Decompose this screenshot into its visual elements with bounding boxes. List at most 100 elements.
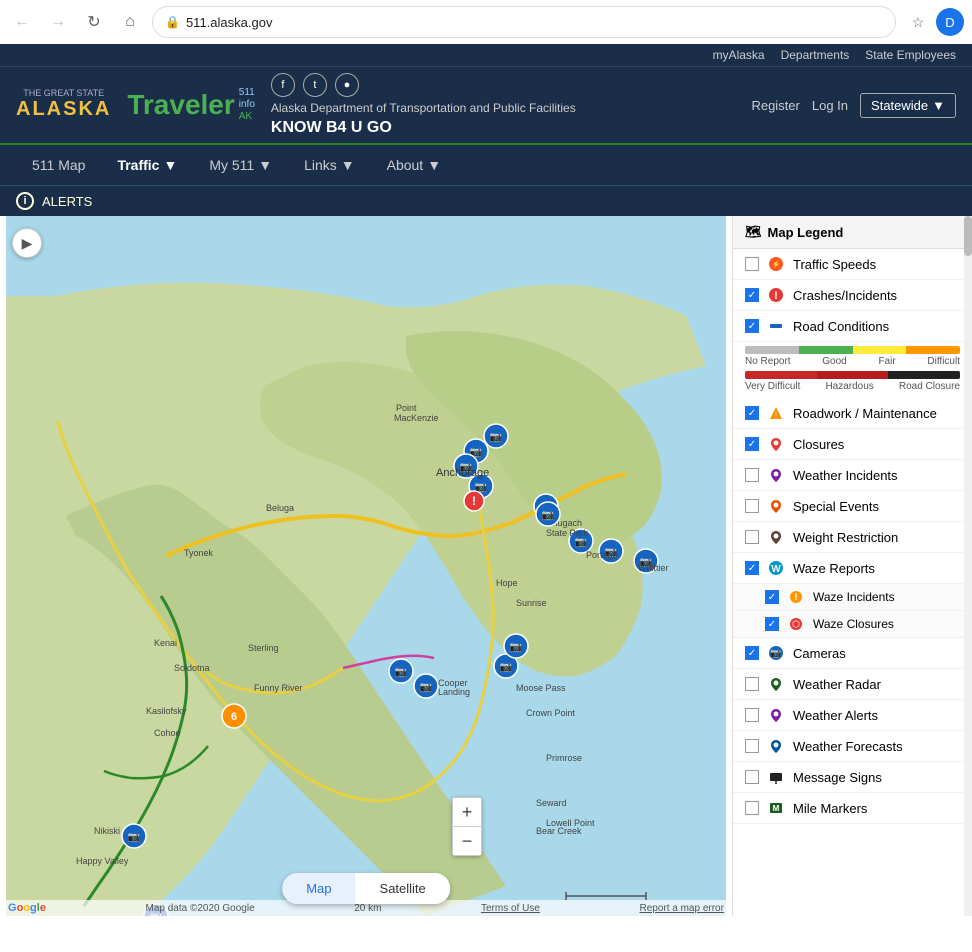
user-avatar[interactable]: D <box>936 8 964 36</box>
svg-text:Seward: Seward <box>536 798 567 808</box>
login-link[interactable]: Log In <box>812 98 848 113</box>
departments-link[interactable]: Departments <box>781 48 850 62</box>
legend-item-crashes[interactable]: ! Crashes/Incidents <box>733 280 972 311</box>
camera-marker[interactable]: 📷 <box>414 674 438 698</box>
address-bar[interactable]: 🔒 511.alaska.gov <box>152 6 896 38</box>
waze-reports-icon: W <box>767 559 785 577</box>
closures-checkbox[interactable] <box>745 437 759 451</box>
browser-actions: ☆ D <box>904 8 964 36</box>
nav-links[interactable]: Links ▼ <box>288 145 371 185</box>
camera-marker[interactable]: 📷 <box>389 659 413 683</box>
terms-of-use-link[interactable]: Terms of Use <box>481 903 540 914</box>
legend-item-weather-forecasts[interactable]: Weather Forecasts <box>733 731 972 762</box>
traveler-logo[interactable]: Traveler 511infoAK <box>127 87 255 123</box>
weather-alerts-checkbox[interactable] <box>745 708 759 722</box>
roadwork-checkbox[interactable] <box>745 406 759 420</box>
condition-colors-1 <box>745 346 960 354</box>
map-data-attribution: Map data ©2020 Google <box>146 903 255 914</box>
legend-item-traffic-speeds[interactable]: ⚡ Traffic Speeds <box>733 249 972 280</box>
alert-icon: i <box>16 192 34 210</box>
legend-item-roadwork[interactable]: ! Roadwork / Maintenance <box>733 398 972 429</box>
map-type-satellite[interactable]: Satellite <box>356 873 450 904</box>
camera-marker[interactable]: 📷 <box>122 824 146 848</box>
social-icons: f t ● <box>271 73 736 97</box>
legend-item-road-conditions[interactable]: Road Conditions <box>733 311 972 342</box>
report-map-error-link[interactable]: Report a map error <box>639 903 723 914</box>
special-events-checkbox[interactable] <box>745 499 759 513</box>
legend-scrollbar-thumb[interactable] <box>964 216 972 256</box>
crashes-icon: ! <box>767 286 785 304</box>
svg-text:Nikiski: Nikiski <box>94 826 120 836</box>
traffic-speeds-checkbox[interactable] <box>745 257 759 271</box>
map-zoom-controls: + − <box>452 797 482 856</box>
back-button[interactable]: ← <box>8 8 36 36</box>
nav-511map[interactable]: 511 Map <box>16 145 101 185</box>
legend-item-weather-alerts[interactable]: Weather Alerts <box>733 700 972 731</box>
cameras-checkbox[interactable] <box>745 646 759 660</box>
legend-item-waze-reports[interactable]: W Waze Reports <box>733 553 972 584</box>
forward-button[interactable]: → <box>44 8 72 36</box>
twitter-icon[interactable]: t <box>303 73 327 97</box>
mile-markers-checkbox[interactable] <box>745 801 759 815</box>
legend-item-weather-radar[interactable]: Weather Radar <box>733 669 972 700</box>
traveler-sub: 511infoAK <box>239 87 255 123</box>
mobile-icon[interactable]: ● <box>335 73 359 97</box>
legend-item-weight-restriction[interactable]: Weight Restriction <box>733 522 972 553</box>
map-type-map[interactable]: Map <box>282 873 355 904</box>
browser-toolbar: ← → ↻ ⌂ 🔒 511.alaska.gov ☆ D <box>0 0 972 44</box>
legend-item-weather-incidents[interactable]: Weather Incidents <box>733 460 972 491</box>
label-good: Good <box>822 356 846 367</box>
reload-button[interactable]: ↻ <box>80 8 108 36</box>
weather-forecasts-label: Weather Forecasts <box>793 739 960 754</box>
legend-item-mile-markers[interactable]: M Mile Markers <box>733 793 972 824</box>
waze-sub-incidents[interactable]: ! Waze Incidents <box>733 584 972 611</box>
legend-item-special-events[interactable]: Special Events <box>733 491 972 522</box>
svg-text:📷: 📷 <box>395 667 407 678</box>
svg-text:Portage: Portage <box>586 550 618 560</box>
svg-text:Bear Creek: Bear Creek <box>536 826 582 836</box>
message-signs-checkbox[interactable] <box>745 770 759 784</box>
label-road-closure: Road Closure <box>899 381 960 392</box>
site-actions: Register Log In Statewide ▼ <box>751 93 956 118</box>
nav-my511[interactable]: My 511 ▼ <box>193 145 288 185</box>
legend-item-message-signs[interactable]: Message Signs <box>733 762 972 793</box>
svg-text:Crown Point: Crown Point <box>526 708 576 718</box>
weather-radar-checkbox[interactable] <box>745 677 759 691</box>
register-link[interactable]: Register <box>751 98 799 113</box>
crashes-checkbox[interactable] <box>745 288 759 302</box>
myalaska-link[interactable]: myAlaska <box>713 48 765 62</box>
alaska-name: ALASKA <box>16 98 111 121</box>
map-area[interactable]: 📷 📷 📷 📷 📷 📷 <box>0 216 732 916</box>
map-expand-button[interactable]: ▶ <box>12 228 42 258</box>
home-button[interactable]: ⌂ <box>116 8 144 36</box>
legend-item-closures[interactable]: Closures <box>733 429 972 460</box>
camera-marker[interactable]: 📷 <box>504 634 528 658</box>
weather-forecasts-checkbox[interactable] <box>745 739 759 753</box>
waze-closures-checkbox[interactable] <box>765 617 779 631</box>
roadwork-icon: ! <box>767 404 785 422</box>
weather-incidents-checkbox[interactable] <box>745 468 759 482</box>
waze-incidents-checkbox[interactable] <box>765 590 779 604</box>
weight-restriction-checkbox[interactable] <box>745 530 759 544</box>
legend-item-cameras[interactable]: 📷 Cameras <box>733 638 972 669</box>
mile-markers-icon: M <box>767 799 785 817</box>
nav-traffic[interactable]: Traffic ▼ <box>101 145 193 185</box>
tagline: KNOW B4 U GO <box>271 119 736 137</box>
zoom-in-button[interactable]: + <box>453 798 481 826</box>
statewide-button[interactable]: Statewide ▼ <box>860 93 956 118</box>
weather-forecasts-icon <box>767 737 785 755</box>
svg-text:Anchorage: Anchorage <box>436 467 489 479</box>
waze-sub-closures[interactable]: ⬡ Waze Closures <box>733 611 972 638</box>
nav-about[interactable]: About ▼ <box>371 145 457 185</box>
zoom-out-button[interactable]: − <box>453 827 481 855</box>
roadwork-label: Roadwork / Maintenance <box>793 406 960 421</box>
waze-reports-checkbox[interactable] <box>745 561 759 575</box>
svg-text:⬡: ⬡ <box>792 619 800 629</box>
traffic-speeds-icon: ⚡ <box>767 255 785 273</box>
camera-marker[interactable]: 📷 <box>484 424 508 448</box>
bookmark-button[interactable]: ☆ <box>904 8 932 36</box>
state-employees-link[interactable]: State Employees <box>865 48 956 62</box>
road-conditions-checkbox[interactable] <box>745 319 759 333</box>
site-header-main: THE GREAT STATE ALASKA Traveler 511infoA… <box>0 67 972 143</box>
facebook-icon[interactable]: f <box>271 73 295 97</box>
